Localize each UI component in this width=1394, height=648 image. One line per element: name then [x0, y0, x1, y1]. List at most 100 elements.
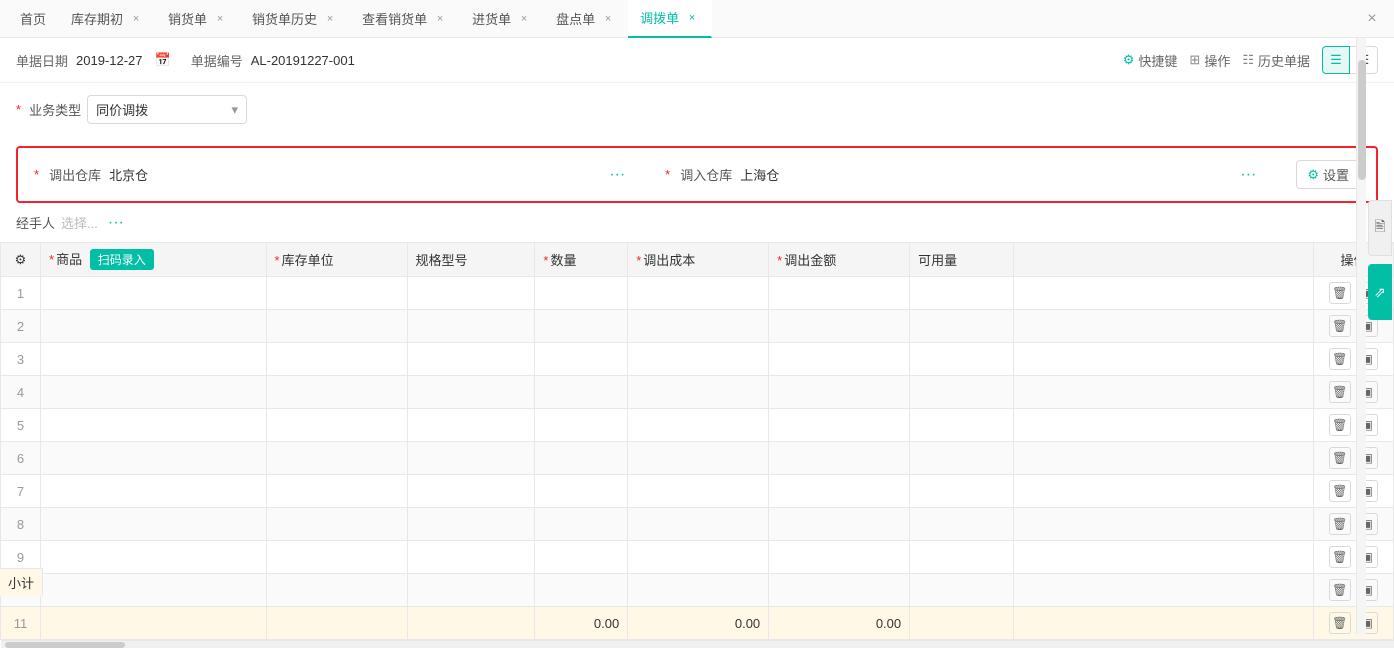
expand-panel-button[interactable]: ⇗	[1368, 264, 1392, 320]
settings-button[interactable]: ⚙ 设置	[1296, 160, 1360, 189]
document-panel-button[interactable]: 🖹	[1368, 200, 1392, 256]
row-product[interactable]	[41, 508, 267, 541]
row-available[interactable]	[910, 442, 1014, 475]
row-qty[interactable]	[535, 409, 628, 442]
row-available[interactable]	[910, 310, 1014, 343]
row-product[interactable]	[41, 475, 267, 508]
row-available[interactable]	[910, 343, 1014, 376]
row-amount[interactable]	[769, 541, 910, 574]
row-spec[interactable]	[407, 409, 535, 442]
horizontal-scrollbar[interactable]	[1, 640, 1394, 648]
row-spec[interactable]	[407, 442, 535, 475]
business-type-selector[interactable]: 同价调拨 ▾	[87, 95, 247, 124]
row-product[interactable]	[41, 310, 267, 343]
delete-row-icon[interactable]: 🗑	[1329, 546, 1351, 568]
row-cost[interactable]	[628, 442, 769, 475]
row-available[interactable]	[910, 508, 1014, 541]
row-amount[interactable]	[769, 574, 910, 607]
tab-close-inventory-check[interactable]: ×	[601, 12, 615, 26]
delete-row-icon[interactable]: 🗑	[1329, 315, 1351, 337]
tab-inventory-init[interactable]: 库存期初 ×	[59, 0, 156, 38]
delete-row-icon[interactable]: 🗑	[1329, 282, 1351, 304]
tab-purchase-order[interactable]: 进货单 ×	[460, 0, 544, 38]
row-unit[interactable]	[266, 376, 407, 409]
operations-button[interactable]: ⊞ 操作	[1189, 51, 1230, 70]
row-product[interactable]	[41, 574, 267, 607]
scan-entry-button[interactable]: 扫码录入	[90, 249, 154, 270]
row-unit[interactable]	[266, 409, 407, 442]
row-cost[interactable]	[628, 343, 769, 376]
row-spec[interactable]	[407, 277, 535, 310]
row-product[interactable]	[41, 541, 267, 574]
row-amount[interactable]	[769, 442, 910, 475]
row-cost[interactable]	[628, 574, 769, 607]
row-unit[interactable]	[266, 475, 407, 508]
warehouse-in-more-button[interactable]: ···	[1240, 166, 1256, 184]
operator-more-button[interactable]: ···	[108, 214, 124, 232]
row-cost[interactable]	[628, 409, 769, 442]
delete-row-icon[interactable]: 🗑	[1329, 480, 1351, 502]
tab-sales-order[interactable]: 销货单 ×	[156, 0, 240, 38]
vertical-scrollbar[interactable]	[1356, 38, 1366, 634]
row-available[interactable]	[910, 475, 1014, 508]
tab-sales-history[interactable]: 销货单历史 ×	[240, 0, 350, 38]
row-spec[interactable]	[407, 541, 535, 574]
tab-close-sales-history[interactable]: ×	[323, 12, 337, 26]
row-spec[interactable]	[407, 475, 535, 508]
delete-row-icon[interactable]: 🗑	[1329, 381, 1351, 403]
row-spec[interactable]	[407, 508, 535, 541]
tab-inventory-check[interactable]: 盘点单 ×	[544, 0, 628, 38]
row-cost[interactable]	[628, 508, 769, 541]
row-available[interactable]	[910, 409, 1014, 442]
row-qty[interactable]	[535, 574, 628, 607]
tab-close-purchase-order[interactable]: ×	[517, 12, 531, 26]
delete-row-icon[interactable]: 🗑	[1329, 447, 1351, 469]
row-amount[interactable]	[769, 310, 910, 343]
row-unit[interactable]	[266, 574, 407, 607]
tab-close-transfer-order[interactable]: ×	[685, 11, 699, 25]
delete-row-icon[interactable]: 🗑	[1329, 513, 1351, 535]
delete-row-icon[interactable]: 🗑	[1329, 414, 1351, 436]
row-unit[interactable]	[266, 277, 407, 310]
gear-icon[interactable]: ⚙	[15, 252, 27, 267]
tab-view-sales[interactable]: 查看销货单 ×	[350, 0, 460, 38]
row-spec[interactable]	[407, 310, 535, 343]
row-spec[interactable]	[407, 343, 535, 376]
history-button[interactable]: ☷ 历史单据	[1242, 51, 1310, 70]
tab-close-inventory-init[interactable]: ×	[129, 12, 143, 26]
row-amount[interactable]	[769, 508, 910, 541]
row-amount[interactable]	[769, 343, 910, 376]
shortcuts-button[interactable]: ⚙ 快捷键	[1123, 51, 1178, 70]
tab-transfer-order[interactable]: 调拨单 ×	[628, 0, 712, 38]
row-available[interactable]	[910, 376, 1014, 409]
operator-input[interactable]: 选择...	[61, 213, 98, 232]
row-qty[interactable]	[535, 343, 628, 376]
row-amount[interactable]	[769, 376, 910, 409]
delete-row-icon[interactable]: 🗑	[1329, 348, 1351, 370]
row-product[interactable]	[41, 343, 267, 376]
row-cost[interactable]	[628, 277, 769, 310]
row-cost[interactable]	[628, 376, 769, 409]
row-cost[interactable]	[628, 310, 769, 343]
row-qty[interactable]	[535, 508, 628, 541]
row-qty[interactable]	[535, 310, 628, 343]
row-qty[interactable]	[535, 475, 628, 508]
table-settings-header[interactable]: ⚙	[1, 243, 41, 277]
row-spec[interactable]	[407, 376, 535, 409]
delete-subtotal-icon[interactable]: 🗑	[1329, 612, 1351, 634]
row-qty[interactable]	[535, 376, 628, 409]
row-unit[interactable]	[266, 343, 407, 376]
row-spec[interactable]	[407, 574, 535, 607]
tab-close-view-sales[interactable]: ×	[433, 12, 447, 26]
row-cost[interactable]	[628, 541, 769, 574]
row-product[interactable]	[41, 442, 267, 475]
row-product[interactable]	[41, 277, 267, 310]
calendar-icon[interactable]: 📅	[155, 52, 171, 68]
row-unit[interactable]	[266, 541, 407, 574]
row-amount[interactable]	[769, 475, 910, 508]
row-available[interactable]	[910, 574, 1014, 607]
row-available[interactable]	[910, 277, 1014, 310]
row-available[interactable]	[910, 541, 1014, 574]
row-amount[interactable]	[769, 277, 910, 310]
row-unit[interactable]	[266, 310, 407, 343]
